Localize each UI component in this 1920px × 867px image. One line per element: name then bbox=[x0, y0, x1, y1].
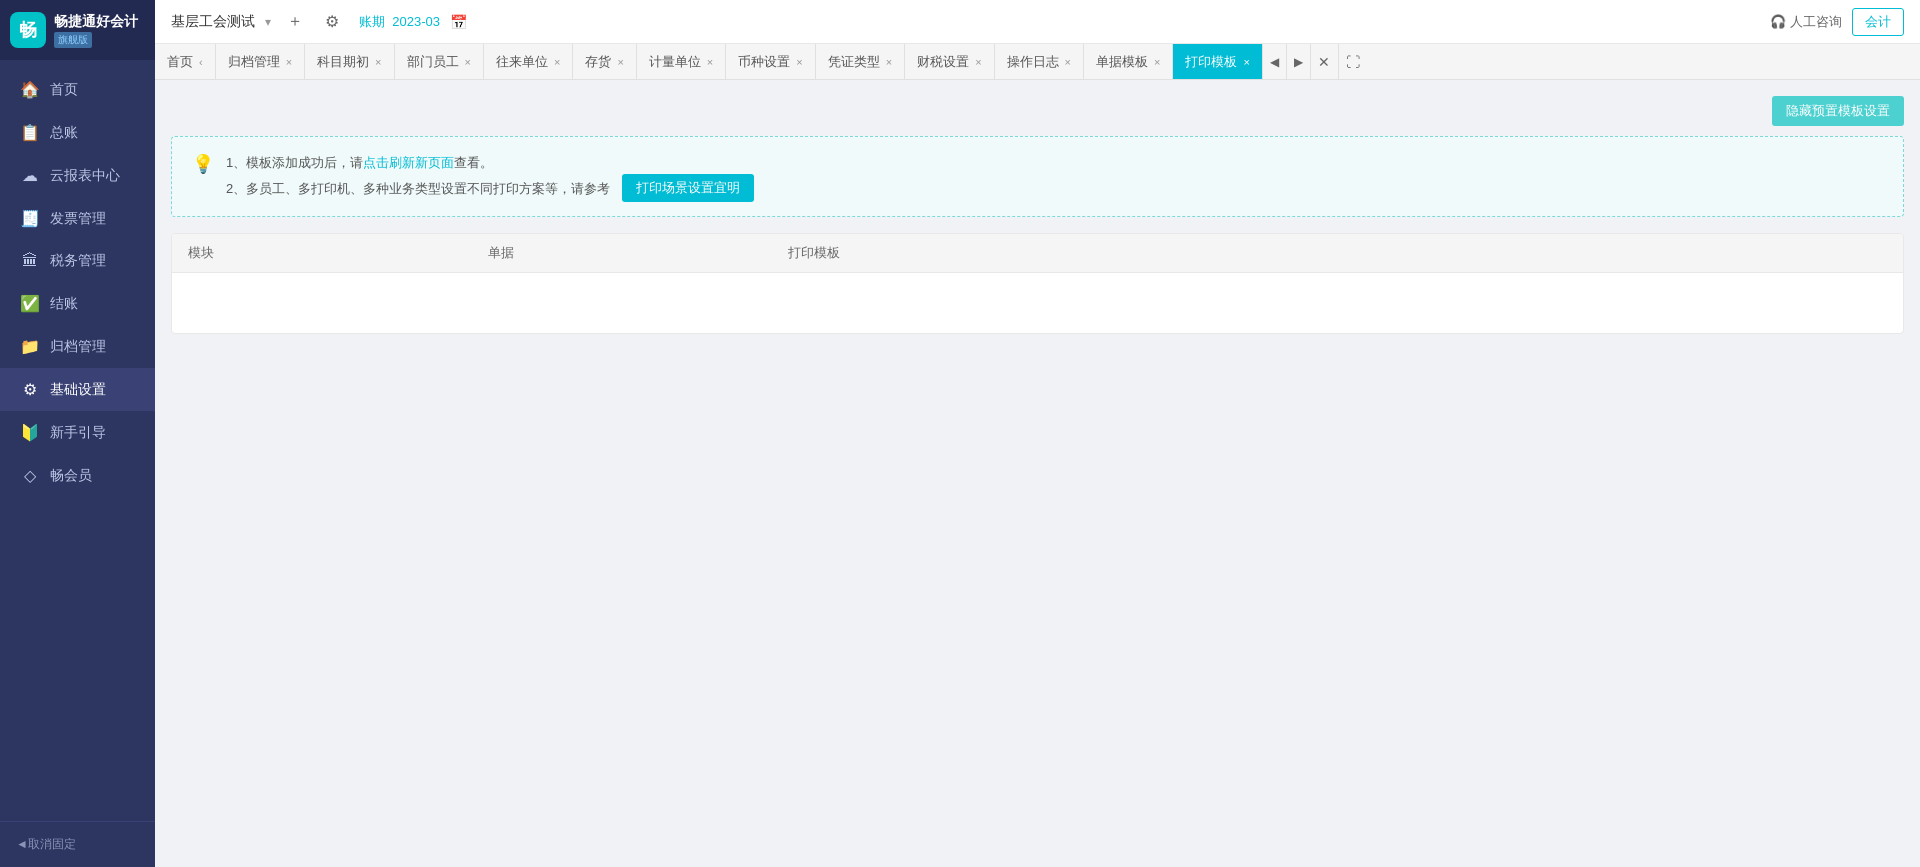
sidebar-nav: 🏠 首页 📋 总账 ☁ 云报表中心 🧾 发票管理 🏛 税务管理 ✅ 结账 📁 归… bbox=[0, 60, 155, 821]
table-body bbox=[172, 273, 1903, 333]
refresh-link[interactable]: 点击刷新新页面 bbox=[363, 155, 454, 170]
tab-home-prev[interactable]: ‹ bbox=[199, 56, 203, 68]
service-button[interactable]: 🎧 人工咨询 bbox=[1770, 13, 1842, 31]
home-icon: 🏠 bbox=[20, 80, 40, 99]
tab-home[interactable]: 首页 ‹ bbox=[155, 44, 216, 80]
sidebar-item-reports[interactable]: ☁ 云报表中心 bbox=[0, 154, 155, 197]
tabbar: 首页 ‹ 归档管理 × 科目期初 × 部门员工 × 往来单位 × 存货 × 计量… bbox=[155, 44, 1920, 80]
period-value: 2023-03 bbox=[392, 14, 440, 29]
tab-singledoc[interactable]: 单据模板 × bbox=[1084, 44, 1173, 80]
tab-singledoc-close[interactable]: × bbox=[1154, 56, 1160, 68]
info-line2: 2、多员工、多打印机、多种业务类型设置不同打印方案等，请参考 打印场景设置宜明 bbox=[226, 174, 1883, 202]
archive-icon: 📁 bbox=[20, 337, 40, 356]
company-name: 基层工会测试 bbox=[171, 13, 255, 31]
topbar: 基层工会测试 ▾ ＋ ⚙ 账期 2023-03 📅 🎧 人工咨询 会计 bbox=[155, 0, 1920, 44]
logo-title: 畅捷通好会计 bbox=[54, 12, 138, 30]
sidebar-item-checkout[interactable]: ✅ 结账 bbox=[0, 282, 155, 325]
table-header: 模块 单据 打印模板 bbox=[172, 234, 1903, 273]
bulb-icon: 💡 bbox=[192, 153, 214, 175]
checkout-icon: ✅ bbox=[20, 294, 40, 313]
col-module: 模块 bbox=[172, 234, 472, 272]
company-dropdown-icon[interactable]: ▾ bbox=[265, 15, 271, 29]
topbar-right: 🎧 人工咨询 会计 bbox=[1770, 8, 1904, 36]
sidebar-unpin-button[interactable]: ◄取消固定 bbox=[0, 821, 155, 867]
tab-currency-close[interactable]: × bbox=[796, 56, 802, 68]
sidebar-item-invoice[interactable]: 🧾 发票管理 bbox=[0, 197, 155, 240]
sidebar-item-settings[interactable]: ⚙ 基础设置 bbox=[0, 368, 155, 411]
tab-taxset[interactable]: 财税设置 × bbox=[905, 44, 994, 80]
tab-inventory-close[interactable]: × bbox=[617, 56, 623, 68]
sidebar-logo: 畅 畅捷通好会计 旗舰版 bbox=[0, 0, 155, 60]
tab-subject-close[interactable]: × bbox=[375, 56, 381, 68]
tab-oplog-close[interactable]: × bbox=[1065, 56, 1071, 68]
tab-unit-close[interactable]: × bbox=[707, 56, 713, 68]
tab-printtemplate[interactable]: 打印模板 × bbox=[1173, 44, 1262, 80]
tab-voucher-close[interactable]: × bbox=[886, 56, 892, 68]
tab-unit[interactable]: 计量单位 × bbox=[637, 44, 726, 80]
tab-printtemplate-close[interactable]: × bbox=[1243, 56, 1249, 68]
tab-subject[interactable]: 科目期初 × bbox=[305, 44, 394, 80]
info-line1: 1、模板添加成功后，请点击刷新新页面查看。 bbox=[226, 151, 1883, 174]
print-guide-button[interactable]: 打印场景设置宜明 bbox=[622, 174, 754, 202]
data-table: 模块 单据 打印模板 bbox=[171, 233, 1904, 334]
hide-template-button[interactable]: 隐藏预置模板设置 bbox=[1772, 96, 1904, 126]
sidebar-item-tax[interactable]: 🏛 税务管理 bbox=[0, 240, 155, 282]
tab-expand-button[interactable]: ⛶ bbox=[1339, 44, 1367, 80]
tab-archive[interactable]: 归档管理 × bbox=[216, 44, 305, 80]
col-document: 单据 bbox=[472, 234, 772, 272]
tab-voucher[interactable]: 凭证类型 × bbox=[816, 44, 905, 80]
reports-icon: ☁ bbox=[20, 166, 40, 185]
guide-icon: 🔰 bbox=[20, 423, 40, 442]
sidebar-item-archive[interactable]: 📁 归档管理 bbox=[0, 325, 155, 368]
sidebar-item-member[interactable]: ◇ 畅会员 bbox=[0, 454, 155, 497]
tab-dept-close[interactable]: × bbox=[465, 56, 471, 68]
headset-icon: 🎧 bbox=[1770, 14, 1786, 29]
action-bar: 隐藏预置模板设置 bbox=[171, 96, 1904, 126]
logo-icon: 畅 bbox=[10, 12, 46, 48]
tab-close-all-button[interactable]: ✕ bbox=[1311, 44, 1339, 80]
tab-partner-close[interactable]: × bbox=[554, 56, 560, 68]
kuaiji-button[interactable]: 会计 bbox=[1852, 8, 1904, 36]
member-icon: ◇ bbox=[20, 466, 40, 485]
tab-archive-close[interactable]: × bbox=[286, 56, 292, 68]
add-tab-button[interactable]: ＋ bbox=[281, 9, 309, 34]
main-area: 基层工会测试 ▾ ＋ ⚙ 账期 2023-03 📅 🎧 人工咨询 会计 首页 ‹… bbox=[155, 0, 1920, 867]
tab-prev-button[interactable]: ◀ bbox=[1263, 44, 1287, 80]
sidebar-item-ledger[interactable]: 📋 总账 bbox=[0, 111, 155, 154]
tab-dept[interactable]: 部门员工 × bbox=[395, 44, 484, 80]
tab-partner[interactable]: 往来单位 × bbox=[484, 44, 573, 80]
tab-inventory[interactable]: 存货 × bbox=[573, 44, 636, 80]
content-area: 隐藏预置模板设置 💡 1、模板添加成功后，请点击刷新新页面查看。 2、多员工、多… bbox=[155, 80, 1920, 867]
tab-next-button[interactable]: ▶ bbox=[1287, 44, 1311, 80]
col-template: 打印模板 bbox=[772, 234, 1903, 272]
logo-sub: 旗舰版 bbox=[54, 32, 92, 48]
tab-taxset-close[interactable]: × bbox=[975, 56, 981, 68]
settings-button[interactable]: ⚙ bbox=[319, 10, 345, 33]
sidebar-item-guide[interactable]: 🔰 新手引导 bbox=[0, 411, 155, 454]
sidebar-item-home[interactable]: 🏠 首页 bbox=[0, 68, 155, 111]
period-label: 账期 2023-03 bbox=[359, 13, 440, 31]
info-box: 💡 1、模板添加成功后，请点击刷新新页面查看。 2、多员工、多打印机、多种业务类… bbox=[171, 136, 1904, 217]
settings-icon: ⚙ bbox=[20, 380, 40, 399]
tab-oplog[interactable]: 操作日志 × bbox=[995, 44, 1084, 80]
sidebar: 畅 畅捷通好会计 旗舰版 🏠 首页 📋 总账 ☁ 云报表中心 🧾 发票管理 🏛 … bbox=[0, 0, 155, 867]
invoice-icon: 🧾 bbox=[20, 209, 40, 228]
ledger-icon: 📋 bbox=[20, 123, 40, 142]
calendar-icon[interactable]: 📅 bbox=[450, 14, 467, 30]
tax-icon: 🏛 bbox=[20, 252, 40, 270]
tab-currency[interactable]: 币种设置 × bbox=[726, 44, 815, 80]
